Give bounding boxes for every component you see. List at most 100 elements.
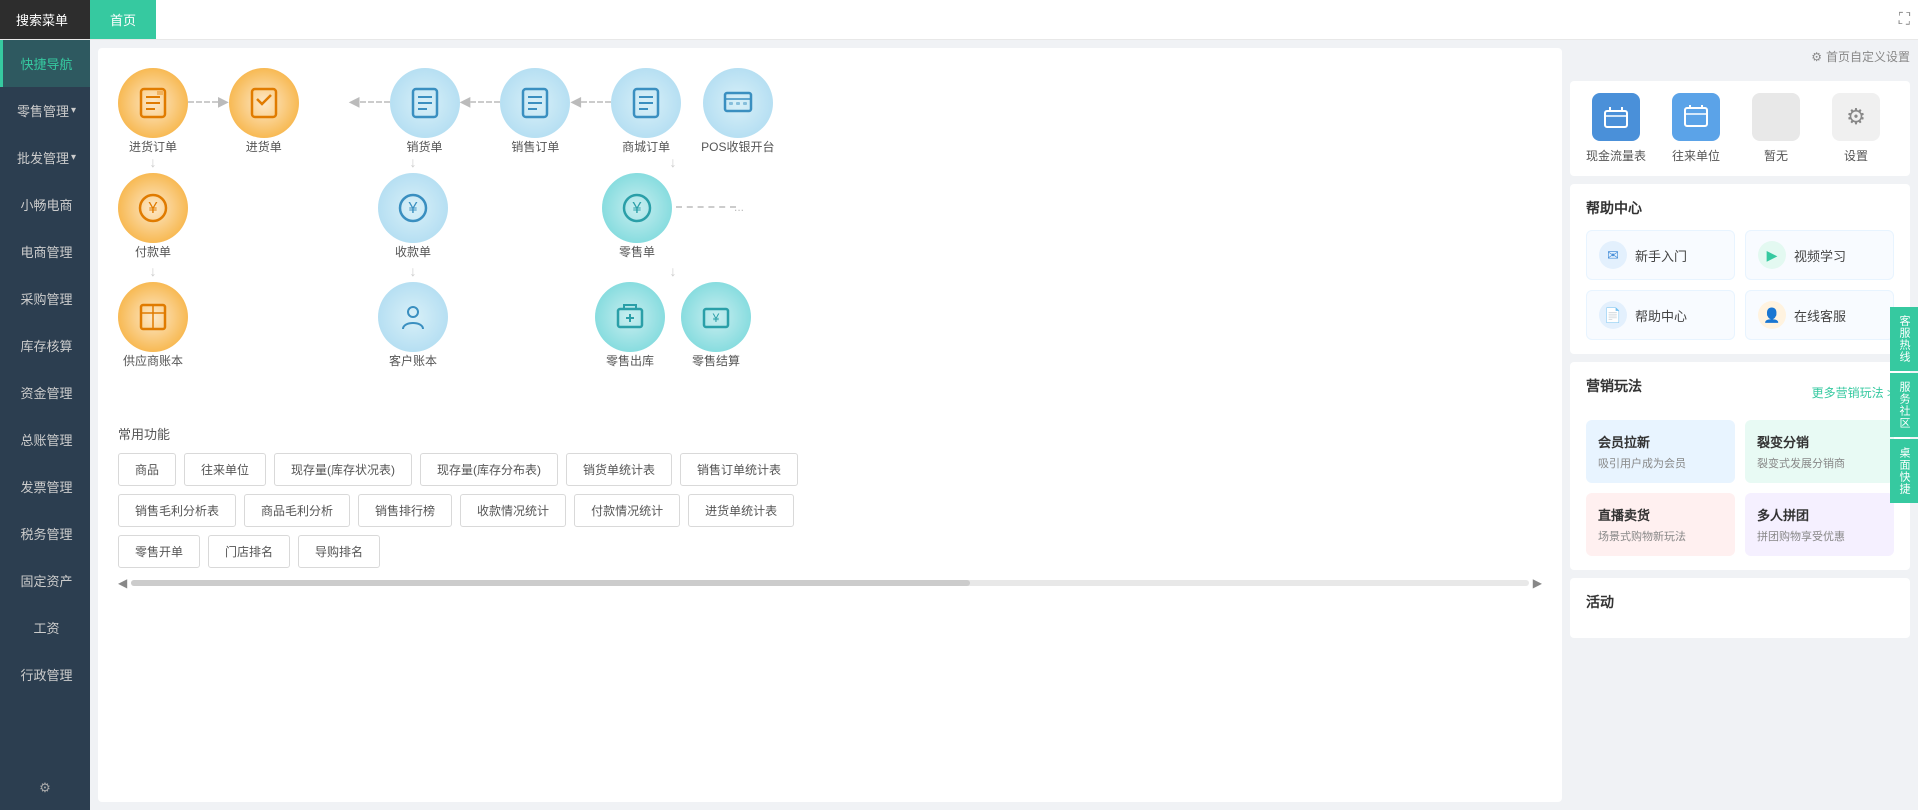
float-btn-service[interactable]: 客服热线: [1890, 307, 1918, 371]
cashflow-icon: [1592, 93, 1640, 141]
help-item-video[interactable]: ▶ 视频学习: [1745, 230, 1894, 280]
sidebar-item-label: 电商管理: [20, 242, 72, 261]
scrollbar[interactable]: ◀ ▶: [118, 576, 1542, 590]
btn-guide-rank[interactable]: 导购排名: [298, 535, 380, 568]
node-retail-outstock[interactable]: 零售出库: [595, 282, 665, 369]
sidebar-item-ledger[interactable]: 总账管理: [0, 416, 90, 463]
buttons-row3: 零售开单 门店排名 导购排名: [118, 535, 1542, 568]
btn-contacts[interactable]: 往来单位: [184, 453, 266, 486]
btn-stock-status[interactable]: 现存量(库存状况表): [274, 453, 412, 486]
btn-store-rank[interactable]: 门店排名: [208, 535, 290, 568]
service-icon: 👤: [1758, 301, 1786, 329]
scroll-track: [131, 580, 1529, 586]
node-retail-settle[interactable]: ¥ 零售结算: [681, 282, 751, 369]
sidebar-item-wholesale[interactable]: 批发管理 ▾: [0, 134, 90, 181]
node-mall-order[interactable]: 商城订单: [611, 68, 681, 155]
sidebar-item-purchase[interactable]: 采购管理: [0, 275, 90, 322]
retail-outstock-label: 零售出库: [606, 352, 654, 369]
node-retail-bill[interactable]: ¥ 零售单: [602, 173, 672, 260]
marketing-group[interactable]: 多人拼团 拼团购物享受优惠: [1745, 493, 1894, 556]
help-item-help[interactable]: 📄 帮助中心: [1586, 290, 1735, 340]
sales-order-icon: [500, 68, 570, 138]
sidebar-item-label: 批发管理: [17, 148, 69, 167]
main-row: 进货订单 ▶ 进货单: [90, 40, 1918, 810]
pos-label: POS收银开台: [701, 138, 774, 155]
sidebar-item-quick-nav[interactable]: 快捷导航: [0, 40, 90, 87]
sidebar-item-label: 行政管理: [20, 665, 72, 684]
btn-stock-dist[interactable]: 现存量(库存分布表): [420, 453, 558, 486]
right-panel: ⚙ 首页自定义设置 现金流量表 往来单位: [1570, 48, 1910, 802]
btn-goods-margin[interactable]: 商品毛利分析: [244, 494, 350, 527]
more-marketing-link[interactable]: 更多营销玩法 >: [1812, 384, 1894, 401]
node-payment-bill[interactable]: ¥ 付款单: [118, 173, 188, 260]
quick-icon-settings[interactable]: ⚙ 设置: [1826, 93, 1886, 164]
btn-sales-rank[interactable]: 销售排行榜: [358, 494, 452, 527]
node-receipt-bill[interactable]: ¥ 收款单: [378, 173, 448, 260]
btn-sales-order-stat[interactable]: 销售订单统计表: [680, 453, 798, 486]
float-btn-shortcut[interactable]: 桌面快捷: [1890, 439, 1918, 503]
node-sales-bill[interactable]: 销货单: [390, 68, 460, 155]
scroll-right[interactable]: ▶: [1533, 576, 1542, 590]
btn-payment-stat[interactable]: 付款情况统计: [574, 494, 680, 527]
marketing-group-desc: 拼团购物享受优惠: [1757, 528, 1882, 544]
common-functions: 常用功能 商品 往来单位 现存量(库存状况表) 现存量(库存分布表) 销货单统计…: [118, 424, 1542, 590]
sales-bill-icon: [390, 68, 460, 138]
sidebar: 快捷导航 零售管理 ▾ 批发管理 ▾ 小畅电商 电商管理 采购管理 库存核算 资: [0, 40, 90, 810]
arrow-icon: ▾: [71, 152, 76, 163]
node-supplier-account[interactable]: 供应商账本: [118, 282, 188, 369]
sidebar-item-tax[interactable]: 税务管理: [0, 510, 90, 557]
sidebar-item-inventory[interactable]: 库存核算: [0, 322, 90, 369]
help-item-service[interactable]: 👤 在线客服: [1745, 290, 1894, 340]
btn-sales-margin[interactable]: 销售毛利分析表: [118, 494, 236, 527]
quick-icon-contacts[interactable]: 往来单位: [1666, 93, 1726, 164]
scroll-thumb: [131, 580, 970, 586]
btn-receipt-stat[interactable]: 收款情况统计: [460, 494, 566, 527]
btn-retail-order[interactable]: 零售开单: [118, 535, 200, 568]
content-area: 进货订单 ▶ 进货单: [90, 40, 1918, 810]
supplier-account-label: 供应商账本: [123, 352, 183, 369]
sidebar-item-label: 快捷导航: [20, 54, 72, 73]
node-customer-account[interactable]: 客户账本: [378, 282, 448, 369]
maximize-button[interactable]: ⛶: [1899, 11, 1910, 29]
sidebar-item-assets[interactable]: 固定资产: [0, 557, 90, 604]
sidebar-item-invoice[interactable]: 发票管理: [0, 463, 90, 510]
sidebar-item-admin[interactable]: 行政管理: [0, 651, 90, 698]
btn-purchase-stat[interactable]: 进货单统计表: [688, 494, 794, 527]
sidebar-item-ecommerce[interactable]: 小畅电商: [0, 181, 90, 228]
contacts-label: 往来单位: [1672, 147, 1720, 164]
sidebar-item-payroll[interactable]: 工资: [0, 604, 90, 651]
node-purchase-bill[interactable]: 进货单: [229, 68, 299, 155]
sidebar-item-capital[interactable]: 资金管理: [0, 369, 90, 416]
homepage-settings-header: ⚙ 首页自定义设置: [1570, 48, 1910, 65]
quick-icon-none[interactable]: 暂无: [1746, 93, 1806, 164]
node-purchase-order[interactable]: 进货订单: [118, 68, 188, 155]
marketing-live[interactable]: 直播卖货 场景式购物新玩法: [1586, 493, 1735, 556]
node-sales-order[interactable]: 销售订单: [500, 68, 570, 155]
none-label: 暂无: [1764, 147, 1788, 164]
sidebar-settings[interactable]: ⚙: [0, 766, 90, 810]
sidebar-item-ecom-mgmt[interactable]: 电商管理: [0, 228, 90, 275]
home-tab[interactable]: 首页: [90, 0, 156, 39]
none-icon: [1752, 93, 1800, 141]
scroll-left[interactable]: ◀: [118, 576, 127, 590]
search-menu[interactable]: 搜索菜单: [0, 0, 90, 39]
float-btn-community[interactable]: 服务社区: [1890, 373, 1918, 437]
video-label: 视频学习: [1794, 246, 1846, 265]
marketing-live-desc: 场景式购物新玩法: [1598, 528, 1723, 544]
homepage-settings-label[interactable]: 首页自定义设置: [1826, 48, 1910, 65]
node-pos[interactable]: POS收银开台: [701, 68, 774, 155]
sidebar-item-label: 税务管理: [20, 524, 72, 543]
quick-icon-cashflow[interactable]: 现金流量表: [1586, 93, 1646, 164]
svg-text:¥: ¥: [408, 200, 418, 217]
btn-sales-stat[interactable]: 销货单统计表: [566, 453, 672, 486]
btn-goods[interactable]: 商品: [118, 453, 176, 486]
purchase-bill-label: 进货单: [246, 138, 282, 155]
sidebar-item-retail[interactable]: 零售管理 ▾: [0, 87, 90, 134]
help-item-beginner[interactable]: ✉ 新手入门: [1586, 230, 1735, 280]
customer-account-label: 客户账本: [389, 352, 437, 369]
marketing-fission[interactable]: 裂变分销 裂变式发展分销商: [1745, 420, 1894, 483]
retail-bill-icon: ¥: [602, 173, 672, 243]
retail-outstock-icon: [595, 282, 665, 352]
marketing-member[interactable]: 会员拉新 吸引用户成为会员: [1586, 420, 1735, 483]
marketing-title: 营销玩法: [1586, 376, 1642, 396]
